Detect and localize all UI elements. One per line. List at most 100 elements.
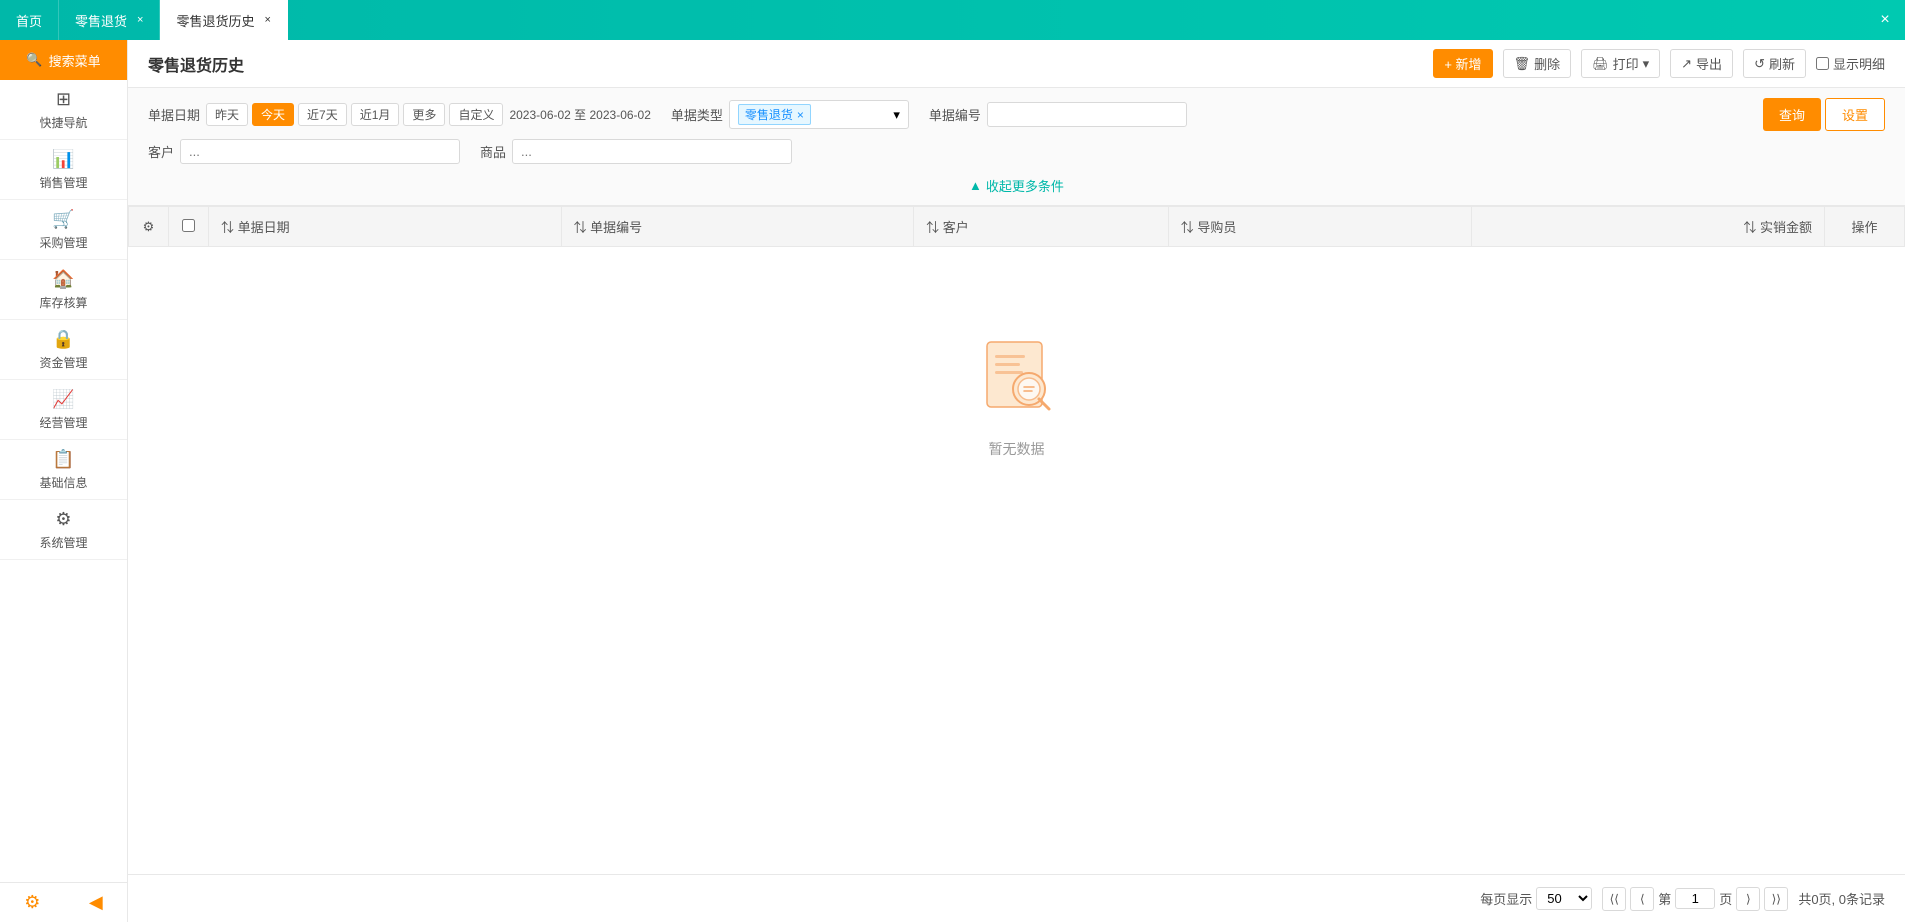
table-body: 暂无数据 <box>129 247 1905 540</box>
date-btn-custom[interactable]: 自定义 <box>449 103 503 126</box>
print-dropdown-icon: ▾ <box>1643 56 1650 72</box>
empty-state-text: 暂无数据 <box>989 439 1045 459</box>
top-bar: 首页 零售退货 × 零售退货历史 × × <box>0 0 1905 40</box>
operations-icon: 📈 <box>52 389 74 410</box>
empty-cell: 暂无数据 <box>129 247 1905 540</box>
last-page-button[interactable]: ⟩⟩ <box>1764 887 1788 911</box>
quick-nav-icon: ⊞ <box>56 89 71 110</box>
export-icon: ↗ <box>1681 56 1692 72</box>
goods-input[interactable] <box>512 139 792 164</box>
type-select-arrow: ▾ <box>893 107 900 123</box>
inventory-icon: 🏠 <box>52 269 74 290</box>
number-filter-label: 单据编号 <box>929 105 981 124</box>
th-gear: ⚙ <box>129 207 169 247</box>
filter-area: 单据日期 昨天 今天 近7天 近1月 更多 自定义 2023-06-02 至 2… <box>128 88 1905 206</box>
sidebar-item-system[interactable]: ⚙ 系统管理 <box>0 500 127 560</box>
sidebar-item-label: 经营管理 <box>39 414 87 431</box>
tab-home-label: 首页 <box>16 11 42 30</box>
th-amount: ⇅ 实销金额 <box>1472 207 1825 247</box>
content-area: 零售退货历史 + 新增 🗑 删除 🖨 打印 ▾ ↗ 导出 ↺ <box>128 40 1905 922</box>
th-amount-label: ⇅ 实销金额 <box>1743 220 1812 235</box>
main-layout: 🔍 搜索菜单 ⊞ 快捷导航 📊 销售管理 🛒 采购管理 🏠 库存核算 🔒 <box>0 40 1905 922</box>
th-actions-label: 操作 <box>1851 220 1877 235</box>
select-all-checkbox[interactable] <box>182 219 195 232</box>
tab-retail-return-history-close[interactable]: × <box>264 14 270 26</box>
page-size-label: 每页显示 <box>1480 889 1532 908</box>
tab-home[interactable]: 首页 <box>0 0 59 40</box>
refresh-button[interactable]: ↺ 刷新 <box>1743 49 1806 78</box>
tab-retail-return-label: 零售退货 <box>75 11 127 30</box>
collapse-filter-button[interactable]: ▲ 收起更多条件 <box>969 176 1064 195</box>
filter-row-2: 客户 商品 <box>148 139 1885 164</box>
customer-filter: 客户 <box>148 139 460 164</box>
page-number-input[interactable] <box>1675 888 1715 909</box>
number-filter: 单据编号 <box>929 102 1187 127</box>
delete-button[interactable]: 🗑 删除 <box>1503 49 1572 78</box>
sidebar-item-inventory[interactable]: 🏠 库存核算 <box>0 260 127 320</box>
finance-icon: 🔒 <box>52 329 74 350</box>
next-page-button[interactable]: ⟩ <box>1736 887 1760 911</box>
date-range-display: 2023-06-02 至 2023-06-02 <box>509 106 650 123</box>
date-btn-1month[interactable]: 近1月 <box>351 103 400 126</box>
sidebar-item-purchase[interactable]: 🛒 采购管理 <box>0 200 127 260</box>
data-table: ⚙ ⇅ 单据日期 ⇅ 单据编号 ⇅ 客户 <box>128 206 1905 539</box>
collapse-sidebar-icon[interactable]: ◀ <box>89 892 103 913</box>
sidebar-item-label: 资金管理 <box>39 354 87 371</box>
tab-retail-return-history-label: 零售退货历史 <box>176 11 254 30</box>
sidebar-search[interactable]: 🔍 搜索菜单 <box>0 40 127 80</box>
first-page-button[interactable]: ⟨⟨ <box>1602 887 1626 911</box>
page-title: 零售退货历史 <box>148 52 244 76</box>
page-size-dropdown[interactable]: 20 50 100 <box>1536 887 1592 910</box>
sidebar-item-label: 采购管理 <box>39 234 87 251</box>
sidebar-menu: ⊞ 快捷导航 📊 销售管理 🛒 采购管理 🏠 库存核算 🔒 资金管理 📈 <box>0 80 127 882</box>
sidebar-item-label: 快捷导航 <box>39 114 87 131</box>
th-guide-label: ⇅ 导购员 <box>1181 220 1237 235</box>
sidebar-item-quick-nav[interactable]: ⊞ 快捷导航 <box>0 80 127 140</box>
tab-retail-return-history[interactable]: 零售退货历史 × <box>160 0 287 40</box>
th-customer-label: ⇅ 客户 <box>926 220 969 235</box>
show-detail-input[interactable] <box>1816 57 1829 70</box>
sidebar-item-sales[interactable]: 📊 销售管理 <box>0 140 127 200</box>
number-input[interactable] <box>987 102 1187 127</box>
sidebar-item-basic-info[interactable]: 📋 基础信息 <box>0 440 127 500</box>
date-btn-yesterday[interactable]: 昨天 <box>206 103 248 126</box>
sidebar-item-label: 系统管理 <box>39 534 87 551</box>
empty-row: 暂无数据 <box>129 247 1905 540</box>
customer-input[interactable] <box>180 139 460 164</box>
th-number-label: ⇅ 单据编号 <box>574 220 643 235</box>
sidebar-item-label: 库存核算 <box>39 294 87 311</box>
gear-icon[interactable]: ⚙ <box>143 219 155 234</box>
th-actions: 操作 <box>1825 207 1905 247</box>
th-customer: ⇅ 客户 <box>914 207 1169 247</box>
filter-row-1: 单据日期 昨天 今天 近7天 近1月 更多 自定义 2023-06-02 至 2… <box>148 98 1885 131</box>
window-close-button[interactable]: × <box>1865 0 1905 40</box>
sidebar-item-finance[interactable]: 🔒 资金管理 <box>0 320 127 380</box>
settings-button[interactable]: 设置 <box>1825 98 1885 131</box>
sidebar-item-label: 销售管理 <box>39 174 87 191</box>
collapse-up-icon: ▲ <box>969 178 982 193</box>
purchase-icon: 🛒 <box>52 209 74 230</box>
export-button[interactable]: ↗ 导出 <box>1670 49 1733 78</box>
refresh-icon: ↺ <box>1754 56 1765 72</box>
tab-retail-return[interactable]: 零售退货 × <box>59 0 160 40</box>
date-btn-more[interactable]: 更多 <box>403 103 445 126</box>
date-filter-label: 单据日期 <box>148 105 200 124</box>
date-btn-7days[interactable]: 近7天 <box>298 103 347 126</box>
print-button[interactable]: 🖨 打印 ▾ <box>1581 49 1660 78</box>
add-button[interactable]: + 新增 <box>1433 49 1492 78</box>
sidebar-search-label: 搜索菜单 <box>49 51 101 70</box>
tab-retail-return-close[interactable]: × <box>137 14 143 26</box>
type-tag-close[interactable]: × <box>797 108 804 122</box>
settings-bottom-icon[interactable]: ⚙ <box>24 892 40 913</box>
type-tag: 零售退货 × <box>738 104 811 125</box>
show-detail-checkbox[interactable]: 显示明细 <box>1816 54 1885 73</box>
type-tag-label: 零售退货 <box>745 106 793 123</box>
type-select[interactable]: 零售退货 × ▾ <box>729 100 909 129</box>
query-button[interactable]: 查询 <box>1763 98 1821 131</box>
sidebar-item-operations[interactable]: 📈 经营管理 <box>0 380 127 440</box>
th-date-label: ⇅ 单据日期 <box>221 220 290 235</box>
collapse-label: 收起更多条件 <box>986 176 1064 195</box>
prev-page-button[interactable]: ⟨ <box>1630 887 1654 911</box>
date-btn-today[interactable]: 今天 <box>252 103 294 126</box>
tab-bar: 首页 零售退货 × 零售退货历史 × <box>0 0 1865 40</box>
